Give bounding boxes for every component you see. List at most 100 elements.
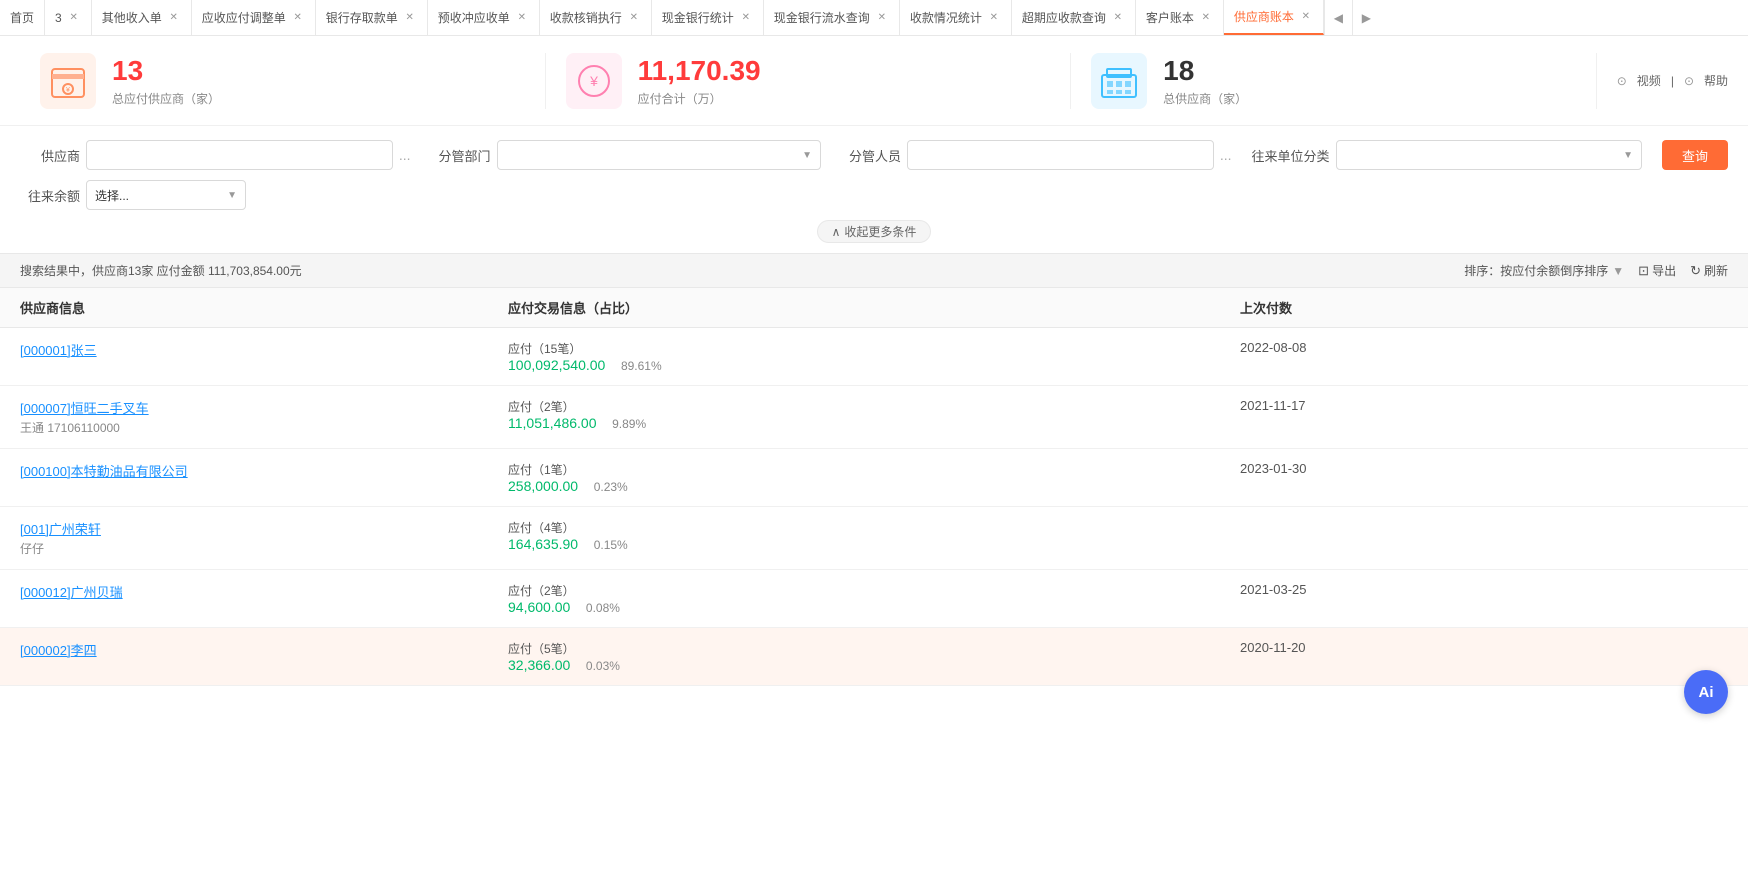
nav-ar-ap-adjust[interactable]: 应收应付调整单 ✕: [192, 0, 316, 35]
nav-prepay-ar[interactable]: 预收冲应收单 ✕: [428, 0, 540, 35]
supplier-link-5[interactable]: [000002]李四: [20, 640, 508, 659]
dept-chevron-icon: ▼: [802, 150, 812, 161]
video-link[interactable]: 视频: [1637, 72, 1661, 89]
supplier-link-1[interactable]: [000007]恒旺二手叉车: [20, 398, 508, 417]
col-payable-info: 应付交易信息（占比）: [508, 298, 1240, 317]
payable-amount-0[interactable]: 100,092,540.00: [508, 357, 605, 373]
nav-cash-flow[interactable]: 现金银行流水查询 ✕: [764, 0, 900, 35]
nav-receipt-verify[interactable]: 收款核销执行 ✕: [540, 0, 652, 35]
category-select[interactable]: ▼: [1336, 140, 1642, 170]
payable-amount-5[interactable]: 32,366.00: [508, 657, 570, 673]
balance-select[interactable]: 选择... ▼: [86, 180, 246, 210]
nav-overdue-ar-close[interactable]: ✕: [1111, 11, 1125, 25]
stat-block-payable-total: ¥ 11,170.39 应付合计（万）: [546, 53, 1072, 109]
nav-cash-stat-close[interactable]: ✕: [739, 11, 753, 25]
header-links: ⊙ 视频 | ⊙ 帮助: [1597, 72, 1728, 89]
last-payment-1: 2021-11-17: [1240, 398, 1728, 413]
payable-info-1: 应付（2笔） 11,051,486.00 9.89%: [508, 398, 1240, 431]
nav-prepay-close[interactable]: ✕: [515, 11, 529, 25]
export-button[interactable]: ⊡ 导出: [1638, 262, 1676, 279]
supplier-link-4[interactable]: [000012]广州贝瑞: [20, 582, 508, 601]
nav-receipt-verify-close[interactable]: ✕: [627, 11, 641, 25]
payable-amount-2[interactable]: 258,000.00: [508, 478, 578, 494]
supplier-input[interactable]: [86, 140, 393, 170]
category-chevron-icon: ▼: [1623, 150, 1633, 161]
query-button[interactable]: 查询: [1662, 140, 1728, 170]
nav-tab3[interactable]: 3 ✕: [45, 0, 92, 35]
nav-ar-ap-close[interactable]: ✕: [291, 11, 305, 25]
nav-supplier-ledger[interactable]: 供应商账本 ✕: [1224, 0, 1324, 35]
ai-button[interactable]: Ai: [1684, 670, 1728, 714]
nav-tab3-close[interactable]: ✕: [67, 11, 81, 25]
supplier-table: 供应商信息 应付交易信息（占比） 上次付数 [000001]张三 应付（15笔）…: [0, 288, 1748, 880]
collapse-button[interactable]: ∧ 收起更多条件: [817, 220, 932, 243]
export-icon: ⊡: [1638, 263, 1649, 279]
collapse-row: ∧ 收起更多条件: [20, 220, 1728, 243]
nav-arrow-left[interactable]: ◀: [1324, 0, 1352, 35]
nav-overdue-ar[interactable]: 超期应收款查询 ✕: [1012, 0, 1136, 35]
search-panel: 供应商 ... 分管部门 ▼ 分管人员 ... 往来单位分类 ▼ 查询 往来: [0, 126, 1748, 254]
nav-customer-ledger[interactable]: 客户账本 ✕: [1136, 0, 1224, 35]
nav-cash-flow-close[interactable]: ✕: [875, 11, 889, 25]
col-supplier-info: 供应商信息: [20, 298, 508, 317]
table-body: [000001]张三 应付（15笔） 100,092,540.00 89.61%…: [0, 328, 1748, 880]
payable-amount-1[interactable]: 11,051,486.00: [508, 415, 597, 431]
supplier-link-2[interactable]: [000100]本特勤油品有限公司: [20, 461, 508, 480]
table-header: 供应商信息 应付交易信息（占比） 上次付数: [0, 288, 1748, 328]
category-label: 往来单位分类: [1252, 146, 1330, 165]
nav-home[interactable]: 首页: [0, 0, 45, 35]
supplier-link-3[interactable]: [001]广州荣轩: [20, 519, 508, 538]
help-link[interactable]: 帮助: [1704, 72, 1728, 89]
nav-overdue-ar-label: 超期应收款查询: [1022, 9, 1106, 26]
search-row-2: 往来余额 选择... ▼: [20, 180, 1728, 210]
payable-info-0: 应付（15笔） 100,092,540.00 89.61%: [508, 340, 1240, 373]
table-row: [000012]广州贝瑞 应付（2笔） 94,600.00 0.08% 2021…: [0, 570, 1748, 628]
nav-other-income-close[interactable]: ✕: [167, 11, 181, 25]
payable-percent-2: 0.23%: [594, 480, 628, 494]
video-icon: ⊙: [1617, 74, 1627, 88]
nav-customer-ledger-label: 客户账本: [1146, 9, 1194, 26]
nav-receipt-stat[interactable]: 收款情况统计 ✕: [900, 0, 1012, 35]
result-actions: 排序：按应付余额倒序排序 ▼ ⊡ 导出 ↻ 刷新: [1464, 262, 1728, 279]
nav-supplier-ledger-close[interactable]: ✕: [1299, 10, 1313, 24]
payable-amount-3[interactable]: 164,635.90: [508, 536, 578, 552]
person-dots[interactable]: ...: [1220, 147, 1232, 163]
help-icon: ⊙: [1684, 74, 1694, 88]
total-suppliers-icon: [1091, 53, 1147, 109]
nav-cash-stat[interactable]: 现金银行统计 ✕: [652, 0, 764, 35]
table-row: [001]广州荣轩 仔仔 应付（4笔） 164,635.90 0.15%: [0, 507, 1748, 570]
payable-total-label: 应付合计（万）: [638, 90, 761, 107]
stat-block-payable-suppliers: ¥ 13 总应付供应商（家）: [20, 53, 546, 109]
supplier-link-0[interactable]: [000001]张三: [20, 340, 508, 359]
nav-customer-ledger-close[interactable]: ✕: [1199, 11, 1213, 25]
navigation-bar: 首页 3 ✕ 其他收入单 ✕ 应收应付调整单 ✕ 银行存取款单 ✕ 预收冲应收单…: [0, 0, 1748, 36]
nav-cash-flow-label: 现金银行流水查询: [774, 9, 870, 26]
refresh-button[interactable]: ↻ 刷新: [1690, 262, 1728, 279]
dept-select[interactable]: ▼: [497, 140, 822, 170]
payable-label-4: 应付（2笔）: [508, 582, 1240, 599]
table-row: [000007]恒旺二手叉车 王通 17106110000 应付（2笔） 11,…: [0, 386, 1748, 449]
refresh-label: 刷新: [1704, 262, 1728, 279]
payable-percent-1: 9.89%: [612, 417, 646, 431]
supplier-dots[interactable]: ...: [399, 147, 411, 163]
nav-bank-close[interactable]: ✕: [403, 11, 417, 25]
person-input[interactable]: [907, 140, 1214, 170]
payable-suppliers-label: 总应付供应商（家）: [112, 90, 220, 107]
payable-total-icon: ¥: [566, 53, 622, 109]
nav-bank-deposit[interactable]: 银行存取款单 ✕: [316, 0, 428, 35]
collapse-icon: ∧: [832, 225, 841, 239]
payable-amount-4[interactable]: 94,600.00: [508, 599, 570, 615]
payable-label-5: 应付（5笔）: [508, 640, 1240, 657]
nav-arrow-right[interactable]: ▶: [1352, 0, 1380, 35]
table-row: [000100]本特勤油品有限公司 应付（1笔） 258,000.00 0.23…: [0, 449, 1748, 507]
payable-suppliers-icon: ¥: [40, 53, 96, 109]
nav-tab3-label: 3: [55, 11, 62, 25]
nav-bank-label: 银行存取款单: [326, 9, 398, 26]
nav-other-income[interactable]: 其他收入单 ✕: [92, 0, 192, 35]
payable-info-5: 应付（5笔） 32,366.00 0.03%: [508, 640, 1240, 673]
nav-receipt-stat-close[interactable]: ✕: [987, 11, 1001, 25]
result-summary: 搜索结果中，供应商13家 应付金额 111,703,854.00元: [20, 262, 302, 279]
person-field: 分管人员 ...: [841, 140, 1232, 170]
sort-select[interactable]: 排序：按应付余额倒序排序 ▼: [1464, 262, 1624, 279]
svg-text:¥: ¥: [589, 73, 598, 89]
